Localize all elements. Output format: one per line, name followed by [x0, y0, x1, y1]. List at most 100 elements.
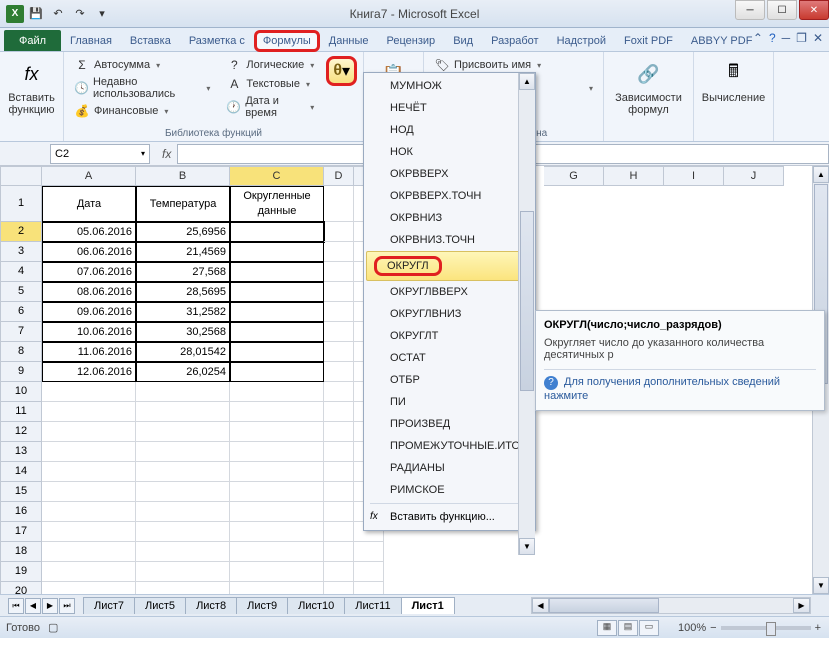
ribbon-minimize-icon[interactable]: ⌃ — [753, 31, 763, 45]
cell-C3[interactable] — [230, 242, 324, 262]
tab-developer[interactable]: Разработ — [482, 30, 547, 51]
cell-A6[interactable]: 09.06.2016 — [42, 302, 136, 322]
cell-C4[interactable] — [230, 262, 324, 282]
col-D[interactable]: D — [324, 166, 354, 186]
row-19[interactable]: 19 — [0, 562, 42, 582]
tab-insert[interactable]: Вставка — [121, 30, 180, 51]
row-15[interactable]: 15 — [0, 482, 42, 502]
zoom-in-icon[interactable]: + — [815, 622, 821, 634]
cell-A2[interactable]: 05.06.2016 — [42, 222, 136, 242]
row-9[interactable]: 9 — [0, 362, 42, 382]
horizontal-scrollbar[interactable]: ◀ ▶ — [531, 597, 811, 614]
name-box[interactable]: C2▾ — [50, 144, 150, 164]
hscroll-left-icon[interactable]: ◀ — [532, 598, 549, 613]
cell-A7[interactable]: 10.06.2016 — [42, 322, 136, 342]
redo-icon[interactable]: ↷ — [70, 4, 90, 24]
sheet-tab[interactable]: Лист11 — [344, 597, 401, 614]
cell-B1[interactable]: Температура — [136, 186, 230, 222]
cell-A8[interactable]: 11.06.2016 — [42, 342, 136, 362]
dropdown-item[interactable]: ОКРВНИЗ — [366, 207, 533, 229]
dropdown-item[interactable]: ОКРВВЕРХ — [366, 163, 533, 185]
cell-C1[interactable]: Округленные данные — [230, 186, 324, 222]
cell-B5[interactable]: 28,5695 — [136, 282, 230, 302]
row-5[interactable]: 5 — [0, 282, 42, 302]
row-14[interactable]: 14 — [0, 462, 42, 482]
cell-B2[interactable]: 25,6956 — [136, 222, 230, 242]
autosum-button[interactable]: ΣАвтосумма▾ — [70, 56, 214, 74]
qat-more-icon[interactable]: ▾ — [92, 4, 112, 24]
cell-A1[interactable]: Дата — [42, 186, 136, 222]
col-A[interactable]: A — [42, 166, 136, 186]
hscroll-right-icon[interactable]: ▶ — [793, 598, 810, 613]
tab-abbyy[interactable]: ABBYY PDF — [682, 30, 762, 51]
save-icon[interactable]: 💾 — [26, 4, 46, 24]
dropdown-scrollbar[interactable]: ▲ ▼ — [518, 73, 535, 555]
recent-button[interactable]: 🕓Недавно использовались▾ — [70, 75, 214, 101]
tab-data[interactable]: Данные — [320, 30, 378, 51]
insert-function-item[interactable]: Вставить функцию... — [366, 506, 533, 528]
dropdown-item[interactable]: ОТБР — [366, 369, 533, 391]
cell-C9[interactable] — [230, 362, 324, 382]
row-13[interactable]: 13 — [0, 442, 42, 462]
cell-B8[interactable]: 28,01542 — [136, 342, 230, 362]
scroll-up-icon[interactable]: ▲ — [519, 73, 535, 90]
cell-B9[interactable]: 26,0254 — [136, 362, 230, 382]
dropdown-item[interactable]: МУМНОЖ — [366, 75, 533, 97]
sheet-tab[interactable]: Лист1 — [401, 597, 455, 614]
tab-layout[interactable]: Разметка с — [180, 30, 254, 51]
dropdown-item[interactable]: ОКРУГЛТ — [366, 325, 533, 347]
logical-button[interactable]: ?Логические▾ — [222, 56, 318, 74]
zoom-out-icon[interactable]: − — [710, 622, 716, 634]
dropdown-item[interactable]: НЕЧЁТ — [366, 97, 533, 119]
vscroll-up-icon[interactable]: ▲ — [813, 166, 829, 183]
dropdown-item[interactable]: РИМСКОЕ — [366, 479, 533, 501]
tab-file[interactable]: Файл — [4, 30, 61, 51]
col-I[interactable]: I — [664, 166, 724, 186]
row-4[interactable]: 4 — [0, 262, 42, 282]
cell-C6[interactable] — [230, 302, 324, 322]
row-1[interactable]: 1 — [0, 186, 42, 222]
sheet-tab[interactable]: Лист5 — [134, 597, 186, 614]
row-7[interactable]: 7 — [0, 322, 42, 342]
row-10[interactable]: 10 — [0, 382, 42, 402]
math-trig-button[interactable]: θ▾ — [326, 56, 357, 86]
row-20[interactable]: 20 — [0, 582, 42, 594]
tab-review[interactable]: Рецензир — [378, 30, 445, 51]
zoom-level[interactable]: 100% — [678, 622, 706, 634]
col-J[interactable]: J — [724, 166, 784, 186]
row-11[interactable]: 11 — [0, 402, 42, 422]
row-6[interactable]: 6 — [0, 302, 42, 322]
tab-addins[interactable]: Надстрой — [548, 30, 615, 51]
tab-foxit[interactable]: Foxit PDF — [615, 30, 682, 51]
maximize-button[interactable]: ☐ — [767, 0, 797, 20]
zoom-slider[interactable] — [721, 626, 811, 630]
scroll-down-icon[interactable]: ▼ — [519, 538, 535, 555]
cell-A3[interactable]: 06.06.2016 — [42, 242, 136, 262]
vscroll-down-icon[interactable]: ▼ — [813, 577, 829, 594]
scrollbar-thumb[interactable] — [520, 211, 534, 391]
minimize-button[interactable]: ─ — [735, 0, 765, 20]
tab-formulas[interactable]: Формулы — [254, 30, 320, 52]
sheet-first-icon[interactable]: ⏮ — [8, 598, 24, 614]
row-12[interactable]: 12 — [0, 422, 42, 442]
cell-B6[interactable]: 31,2582 — [136, 302, 230, 322]
cell-C2[interactable] — [230, 222, 324, 242]
undo-icon[interactable]: ↶ — [48, 4, 68, 24]
insert-function-button[interactable]: fx Вставить функцию — [6, 56, 57, 118]
row-18[interactable]: 18 — [0, 542, 42, 562]
dropdown-item[interactable]: ОКРВНИЗ.ТОЧН — [366, 229, 533, 251]
page-layout-view-icon[interactable]: ▤ — [618, 620, 638, 636]
dropdown-item[interactable]: ОСТАТ — [366, 347, 533, 369]
financial-button[interactable]: 💰Финансовые▾ — [70, 102, 214, 120]
doc-close-icon[interactable]: ✕ — [813, 31, 823, 45]
tooltip-help-link[interactable]: Для получения дополнительных сведений на… — [544, 369, 816, 402]
cell-C5[interactable] — [230, 282, 324, 302]
macro-record-icon[interactable]: ▢ — [48, 621, 58, 634]
row-16[interactable]: 16 — [0, 502, 42, 522]
doc-restore-icon[interactable]: ❐ — [796, 31, 807, 45]
page-break-view-icon[interactable]: ▭ — [639, 620, 659, 636]
dropdown-item[interactable]: ПРОМЕЖУТОЧНЫЕ.ИТОГИ — [366, 435, 533, 457]
dropdown-item[interactable]: ПРОИЗВЕД — [366, 413, 533, 435]
fx-label-icon[interactable]: fx — [162, 147, 171, 161]
dropdown-item[interactable]: РАДИАНЫ — [366, 457, 533, 479]
